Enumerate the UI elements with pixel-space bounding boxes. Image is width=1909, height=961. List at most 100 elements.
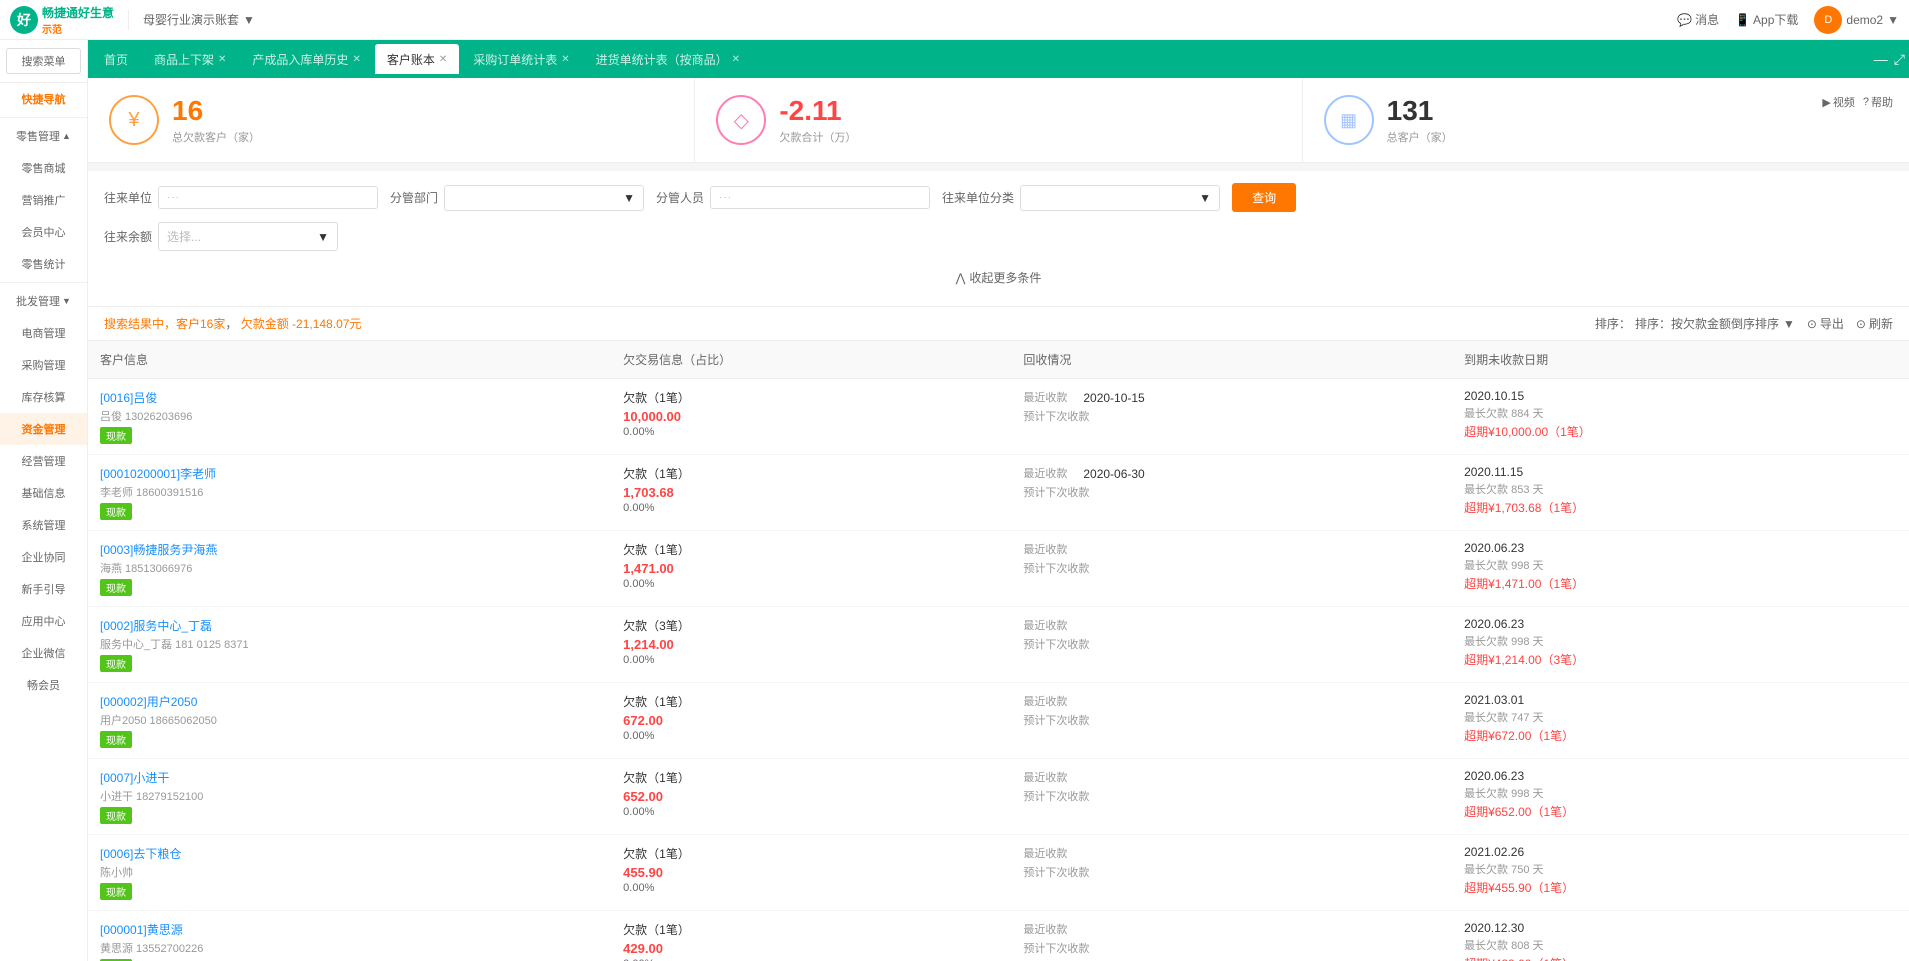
sidebar-item-finance[interactable]: 资金管理 xyxy=(0,413,87,445)
filter-label-supplier: 往来单位 xyxy=(104,189,152,206)
filter-input-supplier[interactable]: ··· xyxy=(158,186,378,209)
customer-name-link-1[interactable]: [00010200001]李老师 xyxy=(100,465,599,482)
sidebar-item-purchase[interactable]: 采购管理 xyxy=(0,349,87,381)
results-info: 搜索结果中，客户16家， 欠款金额 -21,148.07元 xyxy=(104,315,361,332)
td-debt-7: 欠款（1笔） 429.00 0.00% xyxy=(611,911,1011,961)
sidebar-item-batch-mgmt[interactable]: 批发管理 ▼ xyxy=(0,285,87,317)
overdue-days-7: 最长欠款 808 天 xyxy=(1464,937,1897,953)
message-icon: 💬 xyxy=(1677,13,1692,27)
td-overdue-3: 2020.06.23 最长欠款 998 天 超期¥1,214.00（3笔） xyxy=(1452,607,1909,683)
overdue-amount-5[interactable]: 超期¥652.00（1笔） xyxy=(1464,803,1897,820)
collection-next-6: 预计下次收款 xyxy=(1023,864,1440,880)
customer-name-link-0[interactable]: [0016]吕俊 xyxy=(100,389,599,406)
customer-phone-3: 服务中心_丁磊 181 0125 8371 xyxy=(100,636,599,652)
sidebar-item-retail-mgmt[interactable]: 零售管理 ▲ xyxy=(0,120,87,152)
search-menu-btn[interactable]: 搜索菜单 xyxy=(6,48,81,74)
td-overdue-7: 2020.12.30 最长欠款 808 天 超期¥429.00（1笔） xyxy=(1452,911,1909,961)
filter-select-category[interactable]: ▼ xyxy=(1020,185,1220,211)
tab-close-inbound-stats[interactable]: ✕ xyxy=(732,54,740,65)
search-button[interactable]: 查询 xyxy=(1232,183,1296,212)
overdue-days-4: 最长欠款 747 天 xyxy=(1464,709,1897,725)
sidebar-item-ops[interactable]: 经营管理 xyxy=(0,445,87,477)
message-btn[interactable]: 💬 消息 xyxy=(1677,11,1719,28)
filter-item-dept: 分管部门 ▼ xyxy=(390,185,644,211)
collection-row-7: 最近收款 xyxy=(1023,921,1440,937)
overdue-amount-6[interactable]: 超期¥455.90（1笔） xyxy=(1464,879,1897,896)
tab-product-status[interactable]: 商品上下架 ✕ xyxy=(142,44,238,74)
td-collection-0: 最近收款 2020-10-15 预计下次收款 xyxy=(1011,379,1452,455)
status-badge-3: 现款 xyxy=(100,655,132,672)
stat-card-total-customers: ▦ 131 总客户（家） ▶ 视频 ? 帮助 xyxy=(1303,78,1909,162)
sidebar-item-basic[interactable]: 基础信息 xyxy=(0,477,87,509)
sidebar-item-system[interactable]: 系统管理 xyxy=(0,509,87,541)
overdue-amount-1[interactable]: 超期¥1,703.68（1笔） xyxy=(1464,499,1897,516)
tab-close-purchase-order[interactable]: ✕ xyxy=(561,54,569,65)
sidebar-item-wechat[interactable]: 企业微信 xyxy=(0,637,87,669)
export-btn[interactable]: ⊙ 导出 xyxy=(1807,315,1844,332)
stat-value-debt-customers: 16 xyxy=(172,95,674,127)
table-row: [0006]去下粮仓 陈小帅 现款 欠款（1笔） 455.90 0.00% 最近… xyxy=(88,835,1909,911)
refresh-btn[interactable]: ⊙ 刷新 xyxy=(1856,315,1893,332)
sidebar-item-nav[interactable]: 快捷导航 xyxy=(0,83,87,115)
phone-icon: 📱 xyxy=(1735,13,1750,27)
stat-label-total-customers: 总客户（家） xyxy=(1387,129,1889,145)
sidebar-item-inventory[interactable]: 库存核算 xyxy=(0,381,87,413)
tab-customer-account[interactable]: 客户账本 ✕ xyxy=(375,44,459,74)
sort-arrow-icon: ▼ xyxy=(1783,317,1795,331)
customer-name-link-2[interactable]: [0003]畅捷服务尹海燕 xyxy=(100,541,599,558)
tab-close-product-status[interactable]: ✕ xyxy=(218,54,226,65)
sidebar-item-guide[interactable]: 新手引导 xyxy=(0,573,87,605)
debt-percent-6: 0.00% xyxy=(623,882,999,894)
filter-select-dept[interactable]: ▼ xyxy=(444,185,644,211)
overdue-date-3: 2020.06.23 xyxy=(1464,617,1897,631)
sidebar-item-apps[interactable]: 应用中心 xyxy=(0,605,87,637)
customer-name-link-4[interactable]: [000002]用户2050 xyxy=(100,693,599,710)
overdue-amount-4[interactable]: 超期¥672.00（1笔） xyxy=(1464,727,1897,744)
overdue-date-6: 2021.02.26 xyxy=(1464,845,1897,859)
td-overdue-6: 2021.02.26 最长欠款 750 天 超期¥455.90（1笔） xyxy=(1452,835,1909,911)
collapse-area: ⋀ 收起更多条件 xyxy=(104,261,1893,294)
status-badge-2: 现款 xyxy=(100,579,132,596)
sidebar-item-retail-mall[interactable]: 零售商城 xyxy=(0,152,87,184)
tab-purchase-order[interactable]: 采购订单统计表 ✕ xyxy=(461,44,581,74)
tab-maximize-btn[interactable]: ⤢ xyxy=(1894,51,1905,68)
filter-input-person[interactable]: ··· xyxy=(710,186,930,209)
sidebar-item-member[interactable]: 会员中心 xyxy=(0,216,87,248)
customer-phone-0: 吕俊 13026203696 xyxy=(100,408,599,424)
company-select[interactable]: 母婴行业演示账套 ▼ xyxy=(143,11,255,28)
status-badge-6: 现款 xyxy=(100,883,132,900)
help-btn[interactable]: ? 帮助 xyxy=(1863,94,1893,110)
sidebar-item-vip[interactable]: 畅会员 xyxy=(0,669,87,701)
tab-close-customer-account[interactable]: ✕ xyxy=(439,54,447,65)
user-menu[interactable]: D demo2 ▼ xyxy=(1814,6,1899,34)
tab-minimize-btn[interactable]: — xyxy=(1874,51,1888,67)
sidebar-item-retail-stats[interactable]: 零售统计 xyxy=(0,248,87,280)
video-btn[interactable]: ▶ 视频 xyxy=(1822,94,1854,110)
customer-name-link-5[interactable]: [0007]小进干 xyxy=(100,769,599,786)
customer-name-link-7[interactable]: [000001]黄思源 xyxy=(100,921,599,938)
tab-inbound-stats[interactable]: 进货单统计表（按商品） ✕ xyxy=(584,44,752,74)
customer-name-link-6[interactable]: [0006]去下粮仓 xyxy=(100,845,599,862)
debt-count-4: 欠款（1笔） xyxy=(623,693,999,710)
app-download-btn[interactable]: 📱 App下载 xyxy=(1735,11,1798,28)
td-collection-3: 最近收款 预计下次收款 xyxy=(1011,607,1452,683)
tab-close-product-history[interactable]: ✕ xyxy=(352,54,360,65)
sidebar-item-corp[interactable]: 企业协同 xyxy=(0,541,87,573)
overdue-amount-3[interactable]: 超期¥1,214.00（3笔） xyxy=(1464,651,1897,668)
sort-select[interactable]: 排序： 排序：按欠款金额倒序排序 ▼ xyxy=(1595,315,1795,332)
overdue-amount-2[interactable]: 超期¥1,471.00（1笔） xyxy=(1464,575,1897,592)
customer-phone-2: 海燕 18513066976 xyxy=(100,560,599,576)
stat-value-debt-amount: -2.11 xyxy=(779,95,1281,127)
status-badge-0: 现款 xyxy=(100,427,132,444)
overdue-amount-7[interactable]: 超期¥429.00（1笔） xyxy=(1464,955,1897,961)
sidebar-item-ecommerce[interactable]: 电商管理 xyxy=(0,317,87,349)
filter-select-balance[interactable]: 选择... ▼ xyxy=(158,222,338,251)
customer-phone-1: 李老师 18600391516 xyxy=(100,484,599,500)
tab-product-history[interactable]: 产成品入库单历史 ✕ xyxy=(240,44,372,74)
collapse-btn[interactable]: ⋀ 收起更多条件 xyxy=(956,265,1042,290)
overdue-amount-0[interactable]: 超期¥10,000.00（1笔） xyxy=(1464,423,1897,440)
tab-home[interactable]: 首页 xyxy=(92,44,140,74)
table-row: [0016]吕俊 吕俊 13026203696 现款 欠款（1笔） 10,000… xyxy=(88,379,1909,455)
customer-name-link-3[interactable]: [0002]服务中心_丁磊 xyxy=(100,617,599,634)
sidebar-item-marketing[interactable]: 营销推广 xyxy=(0,184,87,216)
